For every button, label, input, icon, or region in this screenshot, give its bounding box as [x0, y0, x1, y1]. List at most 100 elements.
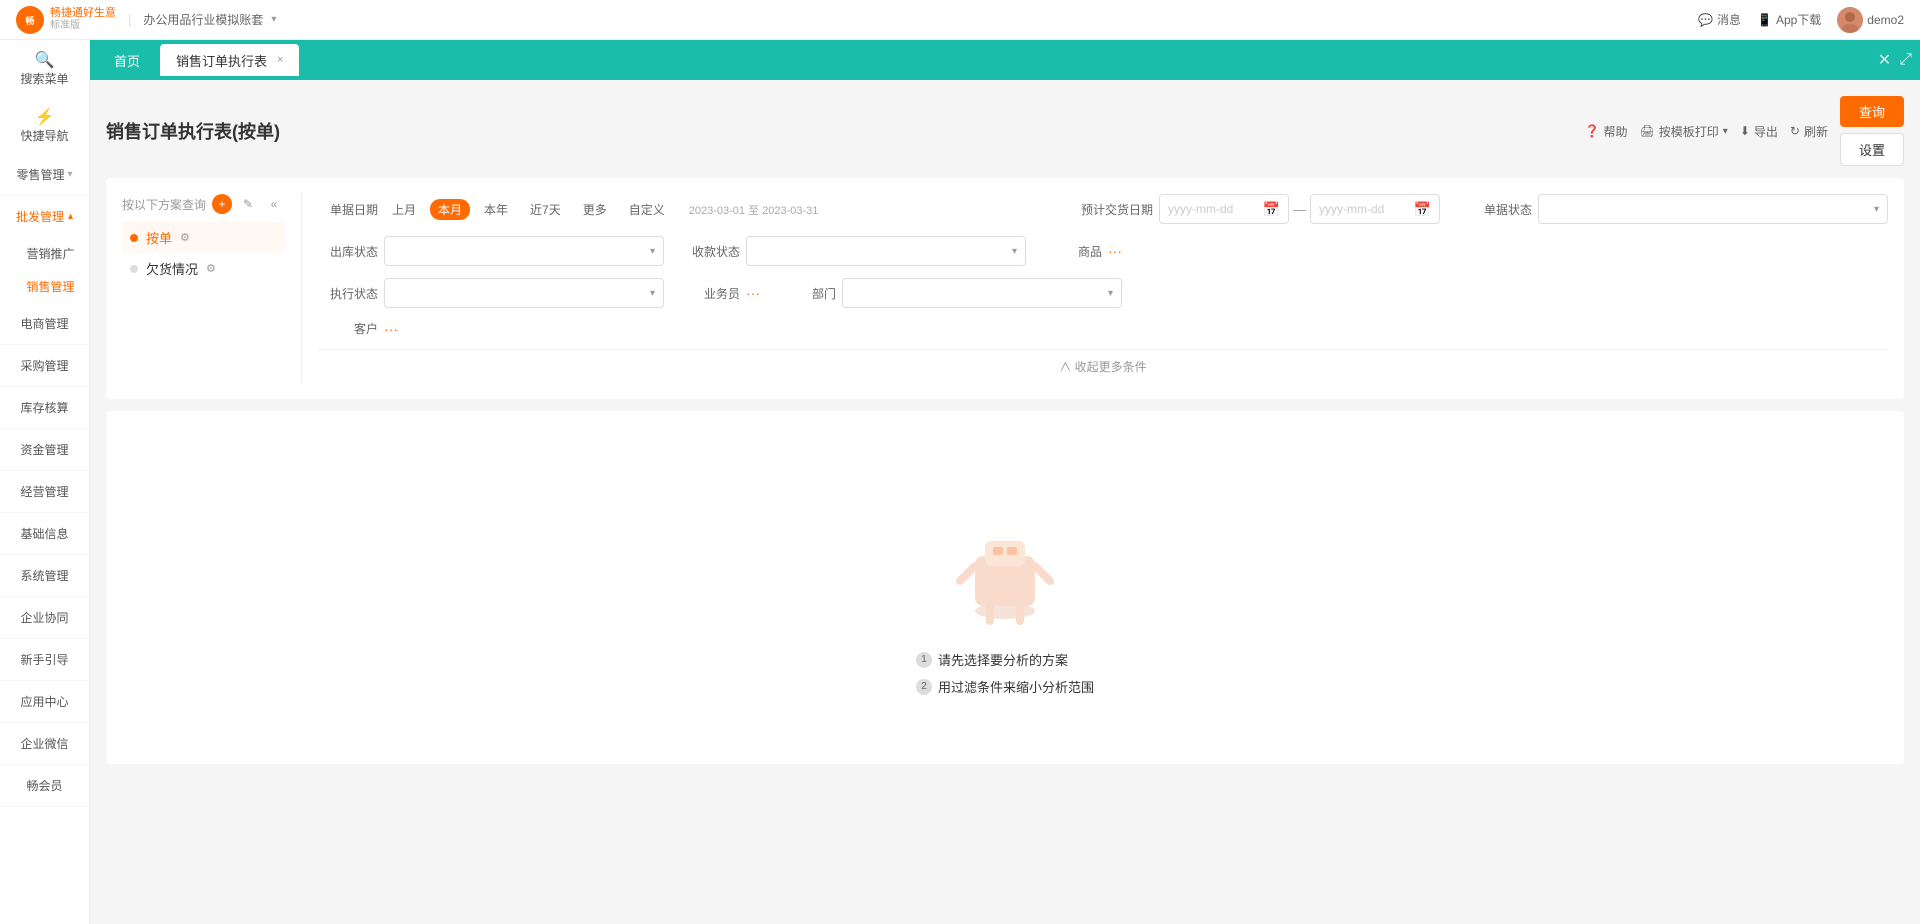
expected-date-start[interactable]: yyyy-mm-dd 📅	[1159, 194, 1289, 224]
refresh-icon: ↻	[1790, 124, 1800, 138]
sidebar-item-enterprise[interactable]: 企业协同	[0, 597, 89, 639]
date-tag-this-month[interactable]: 本月	[430, 199, 470, 220]
filter-row-1: 单据日期 上月 本月 本年 近7天 更多 自定义 2023-03-01 至 20…	[318, 194, 1888, 224]
date-separator: —	[1293, 202, 1306, 217]
goods-select-btn[interactable]: ···	[1108, 243, 1122, 259]
date-tag-group: 上月 本月 本年 近7天 更多 自定义	[384, 198, 673, 221]
filter-left: 按以下方案查询 + ✎ « 按单 ⚙ 欠货情况	[122, 194, 302, 383]
out-status-select[interactable]: ▾	[384, 236, 664, 266]
tab-home-label: 首页	[114, 51, 140, 70]
refresh-btn[interactable]: ↻ 刷新	[1790, 123, 1828, 140]
calendar-icon-end: 📅	[1414, 201, 1431, 218]
doc-status-label: 单据状态	[1472, 201, 1532, 218]
sidebar-item-retail-label: 零售管理 ▾	[8, 166, 81, 183]
sidebar-item-basic[interactable]: 基础信息	[0, 513, 89, 555]
sidebar-item-wechat[interactable]: 企业微信	[0, 723, 89, 765]
dept-select[interactable]: ▾	[842, 278, 1122, 308]
sidebar-item-inventory[interactable]: 库存核算	[0, 387, 89, 429]
add-scheme-btn[interactable]: +	[212, 194, 232, 214]
customer-select-btn[interactable]: ···	[384, 321, 398, 337]
date-tag-last7days[interactable]: 近7天	[522, 198, 569, 221]
page-header: 销售订单执行表(按单) ❓ 帮助 🖨 按模板打印 ▾ ⬇ 导出	[106, 96, 1904, 166]
template-print-btn[interactable]: 🖨 按模板打印 ▾	[1640, 123, 1728, 140]
help-btn[interactable]: ❓ 帮助	[1585, 123, 1628, 140]
page-actions: ❓ 帮助 🖨 按模板打印 ▾ ⬇ 导出 ↻ 刷新	[1585, 96, 1904, 166]
date-range-display: 2023-03-01 至 2023-03-31	[689, 202, 819, 218]
sidebar-nav-item[interactable]: ⚡ 快捷导航	[0, 97, 89, 154]
scheme-item-欠货情况[interactable]: 欠货情况 ⚙	[122, 253, 285, 284]
tab-close-window-btn[interactable]: ✕	[1878, 50, 1891, 70]
sidebar-item-member[interactable]: 畅会员	[0, 765, 89, 807]
tab-sales-order[interactable]: 销售订单执行表 ×	[160, 44, 299, 76]
content-area: 首页 销售订单执行表 × ✕ ⤢ 销售订单执行表(按单) ❓ 帮助	[90, 40, 1920, 924]
user-area[interactable]: demo2	[1837, 7, 1904, 33]
date-tag-more[interactable]: 更多	[575, 198, 615, 221]
tab-bar: 首页 销售订单执行表 × ✕ ⤢	[90, 40, 1920, 80]
edit-scheme-btn[interactable]: ✎	[238, 194, 258, 214]
message-icon: 💬	[1698, 13, 1713, 27]
sidebar-item-operations[interactable]: 经营管理	[0, 471, 89, 513]
tab-expand-btn[interactable]: ⤢	[1899, 51, 1912, 69]
scheme-settings-icon2[interactable]: ⚙	[206, 262, 216, 275]
page-title: 销售订单执行表(按单)	[106, 118, 280, 144]
tip-num-2: 2	[916, 679, 932, 695]
sidebar-sub-item-marketing[interactable]: 营销推广	[0, 237, 89, 270]
empty-tips: 1 请先选择要分析的方案 2 用过滤条件来缩小分析范围	[916, 650, 1094, 704]
dept-label: 部门	[776, 285, 836, 302]
exec-status-select[interactable]: ▾	[384, 278, 664, 308]
print-dropdown-icon: ▾	[1723, 126, 1728, 137]
expected-date-end[interactable]: yyyy-mm-dd 📅	[1310, 194, 1440, 224]
print-icon: 🖨	[1640, 124, 1655, 138]
sidebar-item-wholesale[interactable]: 批发管理 ▴	[0, 196, 89, 237]
filter-scheme-label: 按以下方案查询	[122, 196, 206, 213]
doc-status-arrow-icon: ▾	[1874, 204, 1879, 215]
sidebar-item-system[interactable]: 系统管理	[0, 555, 89, 597]
scheme-settings-icon[interactable]: ⚙	[180, 231, 190, 244]
sidebar-item-finance[interactable]: 资金管理	[0, 429, 89, 471]
sidebar-search-item[interactable]: 🔍 搜索菜单	[0, 40, 89, 97]
settings-btn[interactable]: 设置	[1840, 133, 1904, 166]
date-label: 单据日期	[318, 201, 378, 218]
sidebar-item-purchase[interactable]: 采购管理	[0, 345, 89, 387]
exec-status-label: 执行状态	[318, 285, 378, 302]
mobile-icon: 📱	[1757, 13, 1772, 27]
tab-close-icon[interactable]: ×	[277, 54, 283, 66]
date-tag-custom[interactable]: 自定义	[621, 198, 673, 221]
message-btn[interactable]: 💬 消息	[1698, 11, 1741, 28]
filter-row-4: 客户 ···	[318, 320, 1888, 337]
filter-scheme-actions: + ✎ «	[212, 194, 284, 214]
sidebar-item-retail[interactable]: 零售管理 ▾	[0, 154, 89, 196]
exec-status-arrow-icon: ▾	[650, 288, 655, 299]
scheme-item-按单[interactable]: 按单 ⚙	[122, 222, 285, 253]
date-tag-last-month[interactable]: 上月	[384, 198, 424, 221]
scheme-item-label2: 欠货情况	[146, 259, 198, 278]
doc-status-select[interactable]: ▾	[1538, 194, 1888, 224]
top-bar: 畅 畅捷通好生意 标准版 | 办公用品行业模拟账套 ▾ 💬 消息 📱 App下载…	[0, 0, 1920, 40]
expected-date-start-placeholder: yyyy-mm-dd	[1168, 202, 1233, 216]
collapse-icon: ∧	[1059, 360, 1074, 374]
user-name: demo2	[1867, 13, 1904, 27]
filter-scheme-header: 按以下方案查询 + ✎ «	[122, 194, 285, 214]
collapse-scheme-btn[interactable]: «	[264, 194, 284, 214]
app-download-btn[interactable]: 📱 App下载	[1757, 11, 1821, 28]
export-btn[interactable]: ⬇ 导出	[1740, 123, 1778, 140]
date-tag-this-year[interactable]: 本年	[476, 198, 516, 221]
sidebar-item-apps[interactable]: 应用中心	[0, 681, 89, 723]
filter-right: 单据日期 上月 本月 本年 近7天 更多 自定义 2023-03-01 至 20…	[302, 194, 1888, 383]
salesperson-select-btn[interactable]: ···	[746, 285, 760, 301]
sidebar-sub-item-sales[interactable]: 销售管理	[0, 270, 89, 303]
collect-status-select[interactable]: ▾	[746, 236, 1026, 266]
sidebar-item-newbie[interactable]: 新手引导	[0, 639, 89, 681]
collect-status-arrow-icon: ▾	[1012, 246, 1017, 257]
query-btn[interactable]: 查询	[1840, 96, 1904, 127]
system-title-dropdown-icon[interactable]: ▾	[271, 14, 276, 25]
empty-tip-2: 2 用过滤条件来缩小分析范围	[916, 677, 1094, 696]
empty-state: 1 请先选择要分析的方案 2 用过滤条件来缩小分析范围	[106, 411, 1904, 764]
collapse-label: 收起更多条件	[1075, 360, 1147, 374]
sidebar-item-ecommerce[interactable]: 电商管理	[0, 303, 89, 345]
empty-illustration	[945, 511, 1065, 634]
tab-home[interactable]: 首页	[98, 44, 156, 76]
svg-text:畅: 畅	[25, 15, 34, 26]
collapse-bar[interactable]: ∧ 收起更多条件	[318, 349, 1888, 383]
export-icon: ⬇	[1740, 124, 1750, 138]
